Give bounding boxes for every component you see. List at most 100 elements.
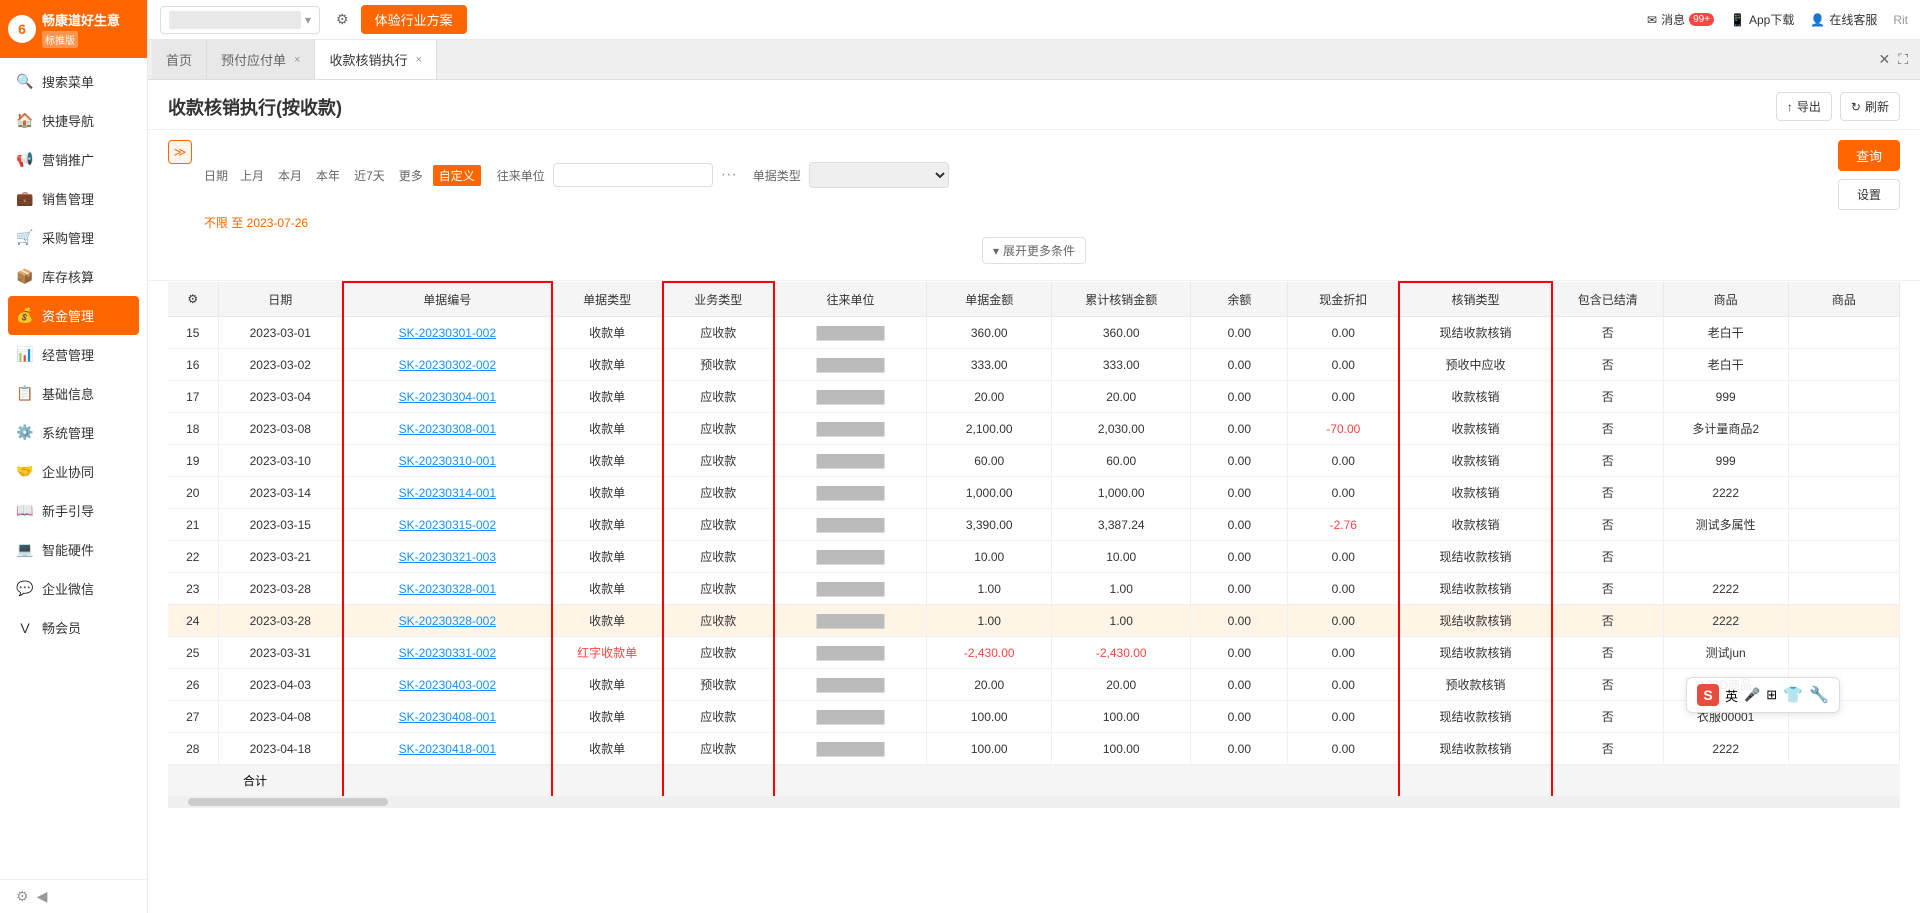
cell-bill-type: 收款单 (552, 317, 663, 349)
cell-doc-no[interactable]: SK-20230418-001 (343, 733, 551, 765)
tab-prepay[interactable]: 预付应付单 × (207, 40, 315, 79)
doc-no-link[interactable]: SK-20230302-002 (399, 358, 496, 372)
tab-close-prepay[interactable]: × (294, 54, 300, 66)
sidebar-item-search[interactable]: 🔍 搜索菜单 (0, 62, 147, 101)
org-select[interactable]: ▾ (160, 6, 320, 34)
sidebar-collapse-icon[interactable]: ◀ (37, 888, 48, 905)
doc-no-link[interactable]: SK-20230328-002 (399, 614, 496, 628)
online-service-button[interactable]: 👤 在线客服 (1810, 11, 1877, 28)
sidebar-item-base[interactable]: 📋 基础信息 (0, 374, 147, 413)
counterpart-input[interactable] (553, 163, 713, 187)
doc-no-link[interactable]: SK-20230315-002 (399, 518, 496, 532)
cell-date: 2023-03-08 (218, 413, 343, 445)
gear-icon: ⚙️ (16, 424, 34, 442)
doc-no-link[interactable]: SK-20230308-001 (399, 422, 496, 436)
cell-include-settled: 否 (1552, 349, 1663, 381)
settings-button[interactable]: 设置 (1838, 179, 1900, 210)
scrollbar-thumb[interactable] (188, 798, 388, 806)
filter-toggle-button[interactable]: ≫ (168, 140, 192, 164)
sidebar-item-marketing[interactable]: 📢 营销推广 (0, 140, 147, 179)
cell-bill-type: 收款单 (552, 349, 663, 381)
date-option-more[interactable]: 更多 (395, 165, 427, 186)
sidebar-item-sales[interactable]: 💼 销售管理 (0, 179, 147, 218)
table-row: 26 2023-04-03 SK-20230403-002 收款单 预收款 ██… (168, 669, 1900, 701)
sidebar-item-wechat[interactable]: 💬 企业微信 (0, 569, 147, 608)
cell-doc-no[interactable]: SK-20230321-003 (343, 541, 551, 573)
doc-no-link[interactable]: SK-20230331-002 (399, 646, 496, 660)
date-option-this-year[interactable]: 本年 (312, 165, 344, 186)
cell-doc-no[interactable]: SK-20230304-001 (343, 381, 551, 413)
date-option-custom[interactable]: 自定义 (433, 165, 481, 186)
cell-cash-discount: 0.00 (1288, 349, 1399, 381)
sidebar-item-quick-nav[interactable]: 🏠 快捷导航 (0, 101, 147, 140)
tab-close-all-icon[interactable]: ✕ (1878, 51, 1890, 68)
solution-button[interactable]: 体验行业方案 (361, 5, 467, 34)
table-footer-row: 合计 (168, 765, 1900, 797)
tab-close-receipt-exec[interactable]: × (415, 54, 421, 66)
cell-doc-no[interactable]: SK-20230328-002 (343, 605, 551, 637)
service-icon: 👤 (1810, 13, 1825, 27)
sidebar-item-label: 快捷导航 (42, 111, 94, 130)
cell-seq: 19 (168, 445, 218, 477)
cell-doc-no[interactable]: SK-20230328-001 (343, 573, 551, 605)
sidebar-item-member[interactable]: V 畅会员 (0, 608, 147, 647)
sidebar-item-purchase[interactable]: 🛒 采购管理 (0, 218, 147, 257)
cell-doc-no[interactable]: SK-20230308-001 (343, 413, 551, 445)
sidebar-item-label: 企业协同 (42, 462, 94, 481)
sidebar-item-enterprise[interactable]: 🤝 企业协同 (0, 452, 147, 491)
settings-icon[interactable]: ⚙ (336, 11, 349, 28)
tab-home[interactable]: 首页 (152, 40, 207, 79)
footer-cum (1052, 765, 1191, 797)
doc-no-link[interactable]: SK-20230301-002 (399, 326, 496, 340)
more-options-icon[interactable]: ··· (721, 166, 737, 184)
cell-cash-discount: 0.00 (1288, 669, 1399, 701)
sidebar-item-hardware[interactable]: 💻 智能硬件 (0, 530, 147, 569)
tab-receipt-exec[interactable]: 收款核销执行 × (315, 40, 436, 79)
app-download-button[interactable]: 📱 App下载 (1730, 11, 1794, 28)
shirt-icon: 👕 (1783, 685, 1803, 705)
expand-more-button[interactable]: ▾ 展开更多条件 (982, 237, 1086, 264)
cell-balance: 0.00 (1191, 669, 1288, 701)
horizontal-scrollbar[interactable] (168, 796, 1900, 808)
cell-doc-no[interactable]: SK-20230301-002 (343, 317, 551, 349)
sidebar-item-guide[interactable]: 📖 新手引导 (0, 491, 147, 530)
cell-doc-no[interactable]: SK-20230314-001 (343, 477, 551, 509)
sidebar-item-system[interactable]: ⚙️ 系统管理 (0, 413, 147, 452)
doc-no-link[interactable]: SK-20230321-003 (399, 550, 496, 564)
doc-no-link[interactable]: SK-20230314-001 (399, 486, 496, 500)
date-option-this-month[interactable]: 本月 (274, 165, 306, 186)
th-cum-amount: 累计核销金额 (1052, 282, 1191, 317)
sidebar-bottom: ⚙ ◀ (0, 879, 147, 913)
sidebar-settings-icon[interactable]: ⚙ (16, 888, 29, 905)
doc-no-link[interactable]: SK-20230403-002 (399, 678, 496, 692)
sidebar: 6 畅康道好生意 标推版 🔍 搜索菜单 🏠 快捷导航 📢 营销推广 💼 销售管理… (0, 0, 148, 913)
cell-doc-no[interactable]: SK-20230310-001 (343, 445, 551, 477)
table-row: 24 2023-03-28 SK-20230328-002 收款单 应收款 ██… (168, 605, 1900, 637)
bill-type-select[interactable] (809, 162, 949, 188)
cell-cancel-type: 现结收款核销 (1399, 605, 1552, 637)
doc-no-link[interactable]: SK-20230304-001 (399, 390, 496, 404)
date-option-last-month[interactable]: 上月 (236, 165, 268, 186)
date-option-7days[interactable]: 近7天 (350, 165, 389, 186)
tab-expand-icon[interactable]: ⛶ (1898, 51, 1908, 68)
cell-doc-no[interactable]: SK-20230315-002 (343, 509, 551, 541)
handshake-icon: 🤝 (16, 463, 34, 481)
doc-no-link[interactable]: SK-20230408-001 (399, 710, 496, 724)
doc-no-link[interactable]: SK-20230310-001 (399, 454, 496, 468)
cell-doc-no[interactable]: SK-20230302-002 (343, 349, 551, 381)
tabbar-right: ✕ ⛶ (1878, 51, 1916, 68)
doc-no-link[interactable]: SK-20230328-001 (399, 582, 496, 596)
date-label: 日期 (204, 167, 228, 184)
cell-cum-amount: 60.00 (1052, 445, 1191, 477)
cell-doc-no[interactable]: SK-20230408-001 (343, 701, 551, 733)
sidebar-item-inventory[interactable]: 📦 库存核算 (0, 257, 147, 296)
sidebar-item-operations[interactable]: 📊 经营管理 (0, 335, 147, 374)
sidebar-item-finance[interactable]: 💰 资金管理 (8, 296, 139, 335)
message-button[interactable]: ✉ 消息 99+ (1647, 11, 1714, 28)
cell-doc-no[interactable]: SK-20230331-002 (343, 637, 551, 669)
refresh-button[interactable]: ↻ 刷新 (1840, 92, 1900, 121)
doc-no-link[interactable]: SK-20230418-001 (399, 742, 496, 756)
query-button[interactable]: 查询 (1838, 140, 1900, 171)
export-button[interactable]: ↑ 导出 (1776, 92, 1832, 121)
cell-doc-no[interactable]: SK-20230403-002 (343, 669, 551, 701)
